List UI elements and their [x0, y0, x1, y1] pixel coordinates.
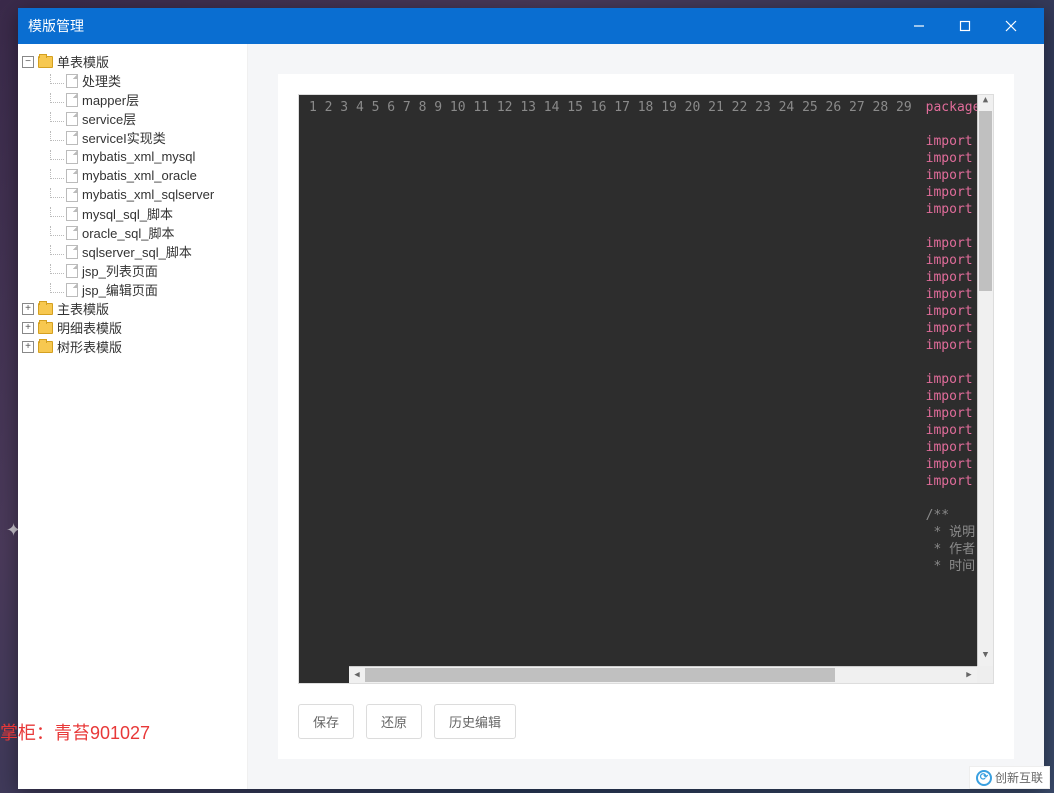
tree-folder-label: 明细表模版	[57, 318, 122, 337]
tree-item[interactable]: sqlserver_sql_脚本	[22, 242, 243, 261]
file-icon	[66, 150, 78, 164]
main-panel: 1 2 3 4 5 6 7 8 9 10 11 12 13 14 15 16 1…	[248, 44, 1044, 789]
file-icon	[66, 264, 78, 278]
tree-item[interactable]: mybatis_xml_oracle	[22, 166, 243, 185]
file-icon	[66, 226, 78, 240]
tree-folder-label: 主表模版	[57, 299, 109, 318]
window-title: 模版管理	[28, 16, 896, 36]
tree-folder[interactable]: − 单表模版	[22, 52, 243, 71]
tree-item-label: jsp_列表页面	[82, 261, 158, 280]
tree-item[interactable]: mybatis_xml_sqlserver	[22, 185, 243, 204]
file-icon	[66, 112, 78, 126]
expand-icon[interactable]: +	[22, 322, 34, 334]
file-icon	[66, 188, 78, 202]
window-controls	[896, 8, 1034, 44]
window-body: − 单表模版处理类mapper层service层serviceI实现类 mybati…	[18, 44, 1044, 789]
tree-folder[interactable]: + 树形表模版	[22, 337, 243, 356]
file-icon	[66, 131, 78, 145]
vertical-scrollbar[interactable]: ▲ ▼	[977, 95, 993, 666]
expand-icon[interactable]: +	[22, 303, 34, 315]
tree-item[interactable]: mybatis_xml_mysql	[22, 147, 243, 166]
code-editor[interactable]: 1 2 3 4 5 6 7 8 9 10 11 12 13 14 15 16 1…	[299, 95, 993, 683]
watermark-text: 掌柜：青苔901027	[0, 719, 150, 745]
file-icon	[66, 283, 78, 297]
tree-item-label: mapper层	[82, 90, 139, 109]
folder-icon	[38, 341, 53, 353]
tree-item-label: mysql_sql_脚本	[82, 204, 173, 223]
line-gutter: 1 2 3 4 5 6 7 8 9 10 11 12 13 14 15 16 1…	[299, 95, 920, 683]
tree-item-label: 处理类	[82, 71, 121, 90]
tree-item[interactable]: service层	[22, 109, 243, 128]
close-button[interactable]	[988, 8, 1034, 44]
window: 模版管理 − 单表模版处理类mapper层service层serviceI实现类 m…	[18, 8, 1044, 789]
restore-button[interactable]: 还原	[366, 704, 422, 739]
file-icon	[66, 74, 78, 88]
collapse-icon[interactable]: −	[22, 56, 34, 68]
history-button[interactable]: 历史编辑	[434, 704, 516, 739]
sidebar-tree[interactable]: − 单表模版处理类mapper层service层serviceI实现类 mybati…	[18, 44, 248, 789]
tree-item-label: mybatis_xml_oracle	[82, 168, 197, 183]
tree-item-label: mybatis_xml_sqlserver	[82, 187, 214, 202]
tree-item-label: serviceI实现类	[82, 128, 166, 147]
tree-folder[interactable]: + 主表模版	[22, 299, 243, 318]
tree-item[interactable]: mapper层	[22, 90, 243, 109]
file-icon	[66, 207, 78, 221]
tree-item[interactable]: serviceI实现类	[22, 128, 243, 147]
tree-item[interactable]: jsp_编辑页面	[22, 280, 243, 299]
scroll-down-arrow[interactable]: ▼	[978, 650, 993, 666]
editor-wrap: 1 2 3 4 5 6 7 8 9 10 11 12 13 14 15 16 1…	[298, 94, 994, 684]
titlebar[interactable]: 模版管理	[18, 8, 1044, 44]
tree-folder-label: 单表模版	[57, 52, 109, 71]
tree-item[interactable]: 处理类	[22, 71, 243, 90]
folder-icon	[38, 56, 53, 68]
folder-icon	[38, 322, 53, 334]
tree-item-label: oracle_sql_脚本	[82, 223, 175, 242]
tree-item[interactable]: oracle_sql_脚本	[22, 223, 243, 242]
scroll-right-arrow[interactable]: ▶	[961, 667, 977, 683]
file-icon	[66, 245, 78, 259]
file-icon	[66, 93, 78, 107]
scroll-left-arrow[interactable]: ◀	[349, 667, 365, 683]
brand-label: 创新互联	[995, 769, 1043, 786]
file-icon	[66, 169, 78, 183]
tree-folder-label: 树形表模版	[57, 337, 122, 356]
vertical-scroll-thumb[interactable]	[979, 111, 992, 291]
save-button[interactable]: 保存	[298, 704, 354, 739]
tree-item-label: jsp_编辑页面	[82, 280, 158, 299]
tree-folder[interactable]: + 明细表模版	[22, 318, 243, 337]
tree-item-label: mybatis_xml_mysql	[82, 149, 195, 164]
expand-icon[interactable]: +	[22, 341, 34, 353]
horizontal-scroll-thumb[interactable]	[365, 668, 835, 682]
tree-item[interactable]: mysql_sql_脚本	[22, 204, 243, 223]
scroll-up-arrow[interactable]: ▲	[978, 95, 993, 111]
editor-card: 1 2 3 4 5 6 7 8 9 10 11 12 13 14 15 16 1…	[278, 74, 1014, 759]
scroll-corner	[977, 666, 993, 683]
tree-item-label: sqlserver_sql_脚本	[82, 242, 192, 261]
maximize-button[interactable]	[942, 8, 988, 44]
tree-item-label: service层	[82, 109, 136, 128]
minimize-button[interactable]	[896, 8, 942, 44]
brand-badge: ⟳ 创新互联	[969, 766, 1050, 789]
folder-icon	[38, 303, 53, 315]
horizontal-scrollbar[interactable]: ◀ ▶	[349, 666, 977, 683]
toolbar: 保存 还原 历史编辑	[298, 704, 994, 739]
brand-logo-icon: ⟳	[976, 770, 992, 786]
tree-item[interactable]: jsp_列表页面	[22, 261, 243, 280]
